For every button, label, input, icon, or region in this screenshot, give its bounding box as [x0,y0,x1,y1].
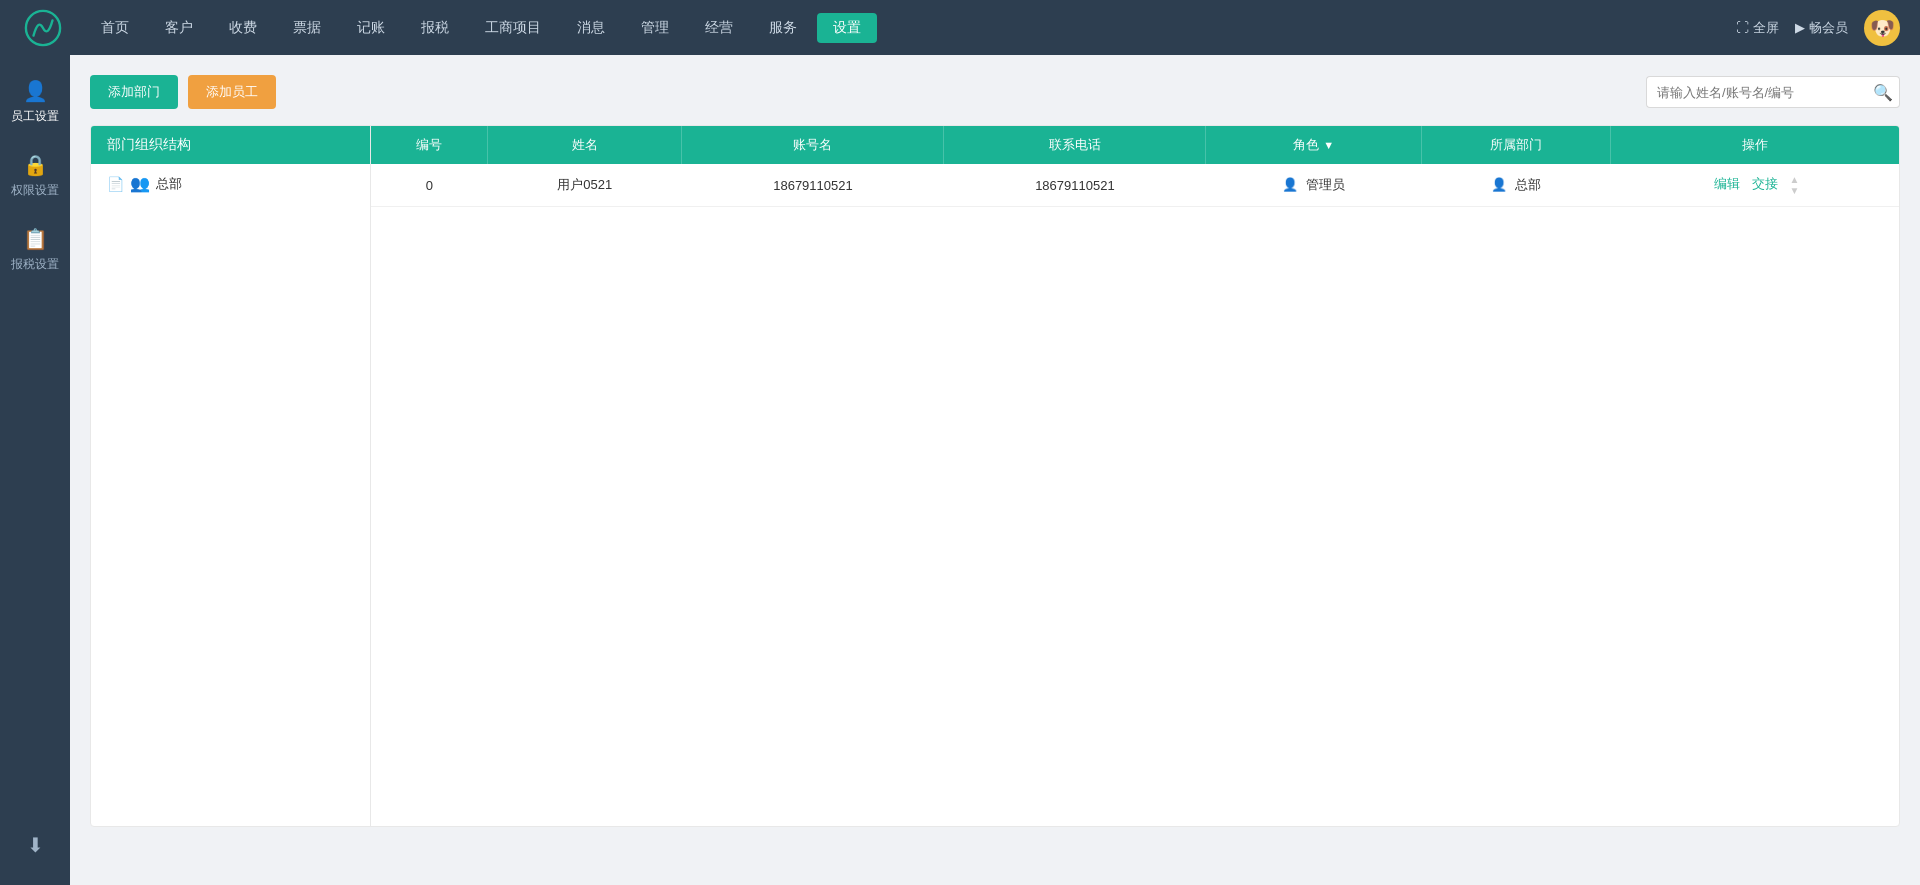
tree-item-label: 总部 [156,175,182,193]
search-icon: 🔍 [1873,83,1893,102]
cell-id: 0 [371,164,488,207]
cell-name: 用户0521 [488,164,682,207]
nav-right-area: ⛶ 全屏 ▶ 畅会员 🐶 [1736,10,1900,46]
cell-dept: 👤 总部 [1421,164,1610,207]
scroll-up-icon[interactable]: ▲ [1789,174,1799,185]
cell-account: 18679110521 [682,164,944,207]
col-header-id: 编号 [371,126,488,164]
sidebar-download-btn[interactable]: ⬇ [21,819,50,871]
top-navigation: 首页 客户 收费 票据 记账 报税 工商项目 消息 管理 经营 服务 设置 ⛶ … [0,0,1920,55]
sidebar-item-permission-settings[interactable]: 🔒 权限设置 [0,139,70,213]
body-panel: 部门组织结构 📄 👥 总部 编号 姓 [90,125,1900,827]
tree-header: 部门组织结构 [91,126,370,164]
table-row: 0 用户0521 18679110521 18679110521 👤 管理员 👤… [371,164,1899,207]
tree-item-general[interactable]: 📄 👥 总部 [91,164,370,203]
sidebar-item-label-employee: 员工设置 [11,108,59,125]
doc-icon: 📄 [107,176,124,192]
cell-phone: 18679110521 [944,164,1206,207]
download-icon: ⬇ [27,833,44,857]
main-content: 添加部门 添加员工 🔍 部门组织结构 📄 👥 总部 [70,55,1920,885]
cell-role: 👤 管理员 [1206,164,1422,207]
fullscreen-icon: ⛶ [1736,20,1749,35]
role-user-icon: 👤 [1282,177,1298,192]
user-avatar[interactable]: 🐶 [1864,10,1900,46]
nav-item-tax[interactable]: 报税 [405,13,465,43]
col-header-action: 操作 [1611,126,1899,164]
col-header-account: 账号名 [682,126,944,164]
table-panel: 编号 姓名 账号名 联系电话 [371,126,1899,826]
main-layout: 👤 员工设置 🔒 权限设置 📋 报税设置 ⬇ 添加部门 添加员工 🔍 [0,55,1920,885]
col-header-dept: 所属部门 [1421,126,1610,164]
tree-panel: 部门组织结构 📄 👥 总部 [91,126,371,826]
tax-settings-icon: 📋 [23,227,48,251]
sidebar-item-label-permission: 权限设置 [11,182,59,199]
vip-icon: ▶ [1795,20,1805,35]
vip-btn[interactable]: ▶ 畅会员 [1795,19,1848,37]
nav-item-home[interactable]: 首页 [85,13,145,43]
nav-menu: 首页 客户 收费 票据 记账 报税 工商项目 消息 管理 经营 服务 设置 [85,13,1736,43]
search-button[interactable]: 🔍 [1866,76,1900,108]
nav-item-accounting[interactable]: 记账 [341,13,401,43]
nav-item-business[interactable]: 工商项目 [469,13,557,43]
cell-actions: 编辑 交接 ▲ ▼ [1611,164,1899,207]
add-dept-button[interactable]: 添加部门 [90,75,178,109]
vip-label: 畅会员 [1809,19,1848,37]
sidebar-item-employee-settings[interactable]: 👤 员工设置 [0,65,70,139]
user-icon: 👥 [130,174,150,193]
col-header-phone: 联系电话 [944,126,1206,164]
scroll-down-icon[interactable]: ▼ [1789,185,1799,196]
col-header-role: 角色 ▼ [1206,126,1422,164]
search-box: 🔍 [1646,76,1900,108]
transfer-link[interactable]: 交接 [1752,176,1778,191]
logo [10,0,75,55]
person-settings-icon: 👤 [23,79,48,103]
fullscreen-btn[interactable]: ⛶ 全屏 [1736,19,1779,37]
nav-item-operation[interactable]: 经营 [689,13,749,43]
sidebar-bottom: ⬇ [21,819,50,885]
nav-item-bill[interactable]: 票据 [277,13,337,43]
left-sidebar: 👤 员工设置 🔒 权限设置 📋 报税设置 ⬇ [0,55,70,885]
edit-link[interactable]: 编辑 [1714,176,1740,191]
add-employee-button[interactable]: 添加员工 [188,75,276,109]
fullscreen-label: 全屏 [1753,19,1779,37]
search-input[interactable] [1646,76,1866,108]
nav-item-message[interactable]: 消息 [561,13,621,43]
nav-item-service[interactable]: 服务 [753,13,813,43]
sidebar-item-label-tax: 报税设置 [11,256,59,273]
dept-user-icon: 👤 [1491,177,1507,192]
nav-item-settings[interactable]: 设置 [817,13,877,43]
lock-icon: 🔒 [23,153,48,177]
col-header-name: 姓名 [488,126,682,164]
nav-item-manage[interactable]: 管理 [625,13,685,43]
nav-item-client[interactable]: 客户 [149,13,209,43]
row-scroll-ctrl[interactable]: ▲ ▼ [1789,174,1799,196]
sidebar-item-tax-settings[interactable]: 📋 报税设置 [0,213,70,287]
role-filter-icon[interactable]: ▼ [1323,139,1334,151]
employee-table: 编号 姓名 账号名 联系电话 [371,126,1899,207]
toolbar: 添加部门 添加员工 🔍 [90,75,1900,109]
nav-item-fee[interactable]: 收费 [213,13,273,43]
